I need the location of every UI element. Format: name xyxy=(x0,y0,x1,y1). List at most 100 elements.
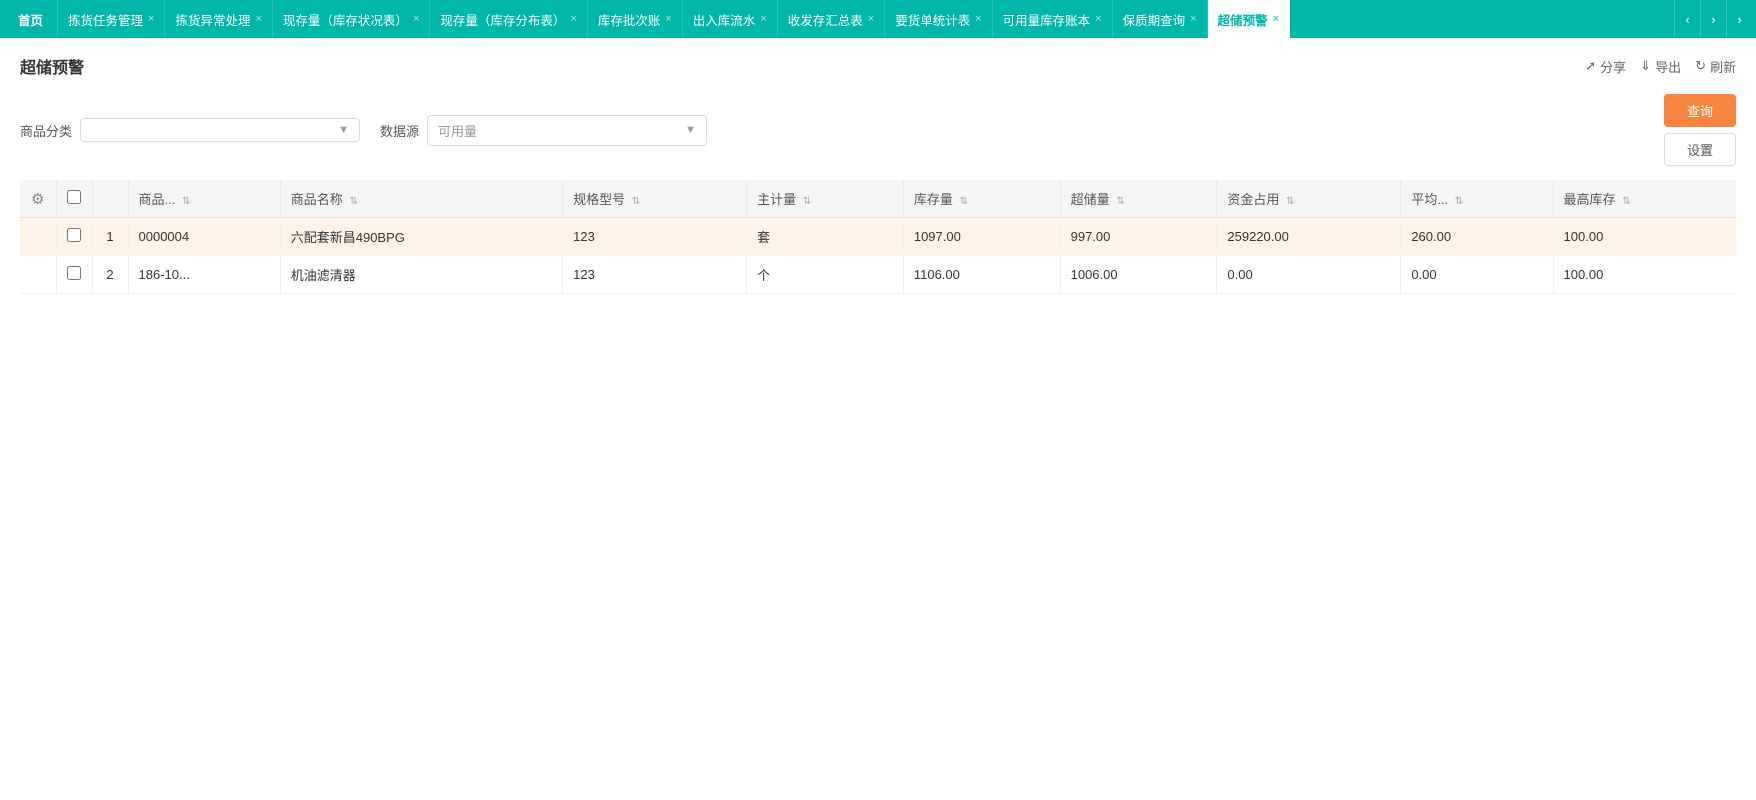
datasource-select-value: 可用量 xyxy=(438,121,477,140)
th-overstock[interactable]: 超储量 ⇅ xyxy=(1060,180,1217,218)
th-checkbox[interactable] xyxy=(56,180,92,218)
page-header: 超储预警 ➚ 分享 ⇓ 导出 ↻ 刷新 xyxy=(20,54,1736,78)
select-all-checkbox[interactable] xyxy=(67,190,81,204)
nav-tab-close-2[interactable]: × xyxy=(413,13,419,25)
nav-tab-3[interactable]: 现存量（库存分布表）× xyxy=(430,0,587,38)
nav-next-arrow[interactable]: › xyxy=(1700,0,1726,38)
td-overstock-1: 1006.00 xyxy=(1060,256,1217,294)
nav-tab-close-4[interactable]: × xyxy=(665,13,671,25)
filter-category: 商品分类 ▼ xyxy=(20,118,360,142)
nav-tab-5[interactable]: 出入库流水× xyxy=(683,0,778,38)
nav-tab-7[interactable]: 要货单统计表 × xyxy=(885,0,992,38)
sort-icon-stock: ⇅ xyxy=(959,196,967,207)
th-stock-label: 库存量 xyxy=(914,192,953,207)
table-row: 1 0000004 六配套新昌490BPG 123 套 1097.00 997.… xyxy=(20,218,1736,256)
th-product-name[interactable]: 商品名称 ⇅ xyxy=(280,180,562,218)
td-checkbox-0[interactable] xyxy=(56,218,92,256)
td-stock-0: 1097.00 xyxy=(903,218,1060,256)
nav-tab-close-1[interactable]: × xyxy=(255,13,261,25)
th-overstock-label: 超储量 xyxy=(1071,192,1110,207)
query-button[interactable]: 查询 xyxy=(1664,94,1736,127)
nav-tab-close-3[interactable]: × xyxy=(570,13,576,25)
table-row: 2 186-10... 机油滤清器 123 个 1106.00 1006.00 … xyxy=(20,256,1736,294)
nav-tab-4[interactable]: 库存批次账 × xyxy=(588,0,683,38)
refresh-button[interactable]: ↻ 刷新 xyxy=(1695,57,1736,76)
nav-home[interactable]: 首页 xyxy=(4,0,58,38)
nav-prev-arrow[interactable]: ‹ xyxy=(1674,0,1700,38)
nav-tab-label-0: 拣货任务管理 xyxy=(68,10,143,29)
export-label: 导出 xyxy=(1655,57,1681,76)
nav-tab-label-7: 要货单统计表 xyxy=(895,10,970,29)
th-gear[interactable]: ⚙ xyxy=(20,180,56,218)
page-content: 超储预警 ➚ 分享 ⇓ 导出 ↻ 刷新 商品分类 ▼ 数据源 xyxy=(0,38,1756,800)
nav-tab-close-5[interactable]: × xyxy=(760,13,766,25)
td-unit-0: 套 xyxy=(747,218,904,256)
nav-tab-label-2: 现存量（库存状况表） xyxy=(283,10,408,29)
datasource-select[interactable]: 可用量 ▼ xyxy=(427,115,707,146)
nav-tab-label-9: 保质期查询 xyxy=(1123,10,1186,29)
chevron-down-icon-2: ▼ xyxy=(685,124,696,136)
th-product-code[interactable]: 商品... ⇅ xyxy=(128,180,280,218)
th-unit-label: 主计量 xyxy=(757,192,796,207)
nav-tab-close-9[interactable]: × xyxy=(1190,13,1196,25)
nav-tab-0[interactable]: 拣货任务管理 × xyxy=(58,0,165,38)
nav-tab-8[interactable]: 可用量库存账本× xyxy=(993,0,1113,38)
header-actions: ➚ 分享 ⇓ 导出 ↻ 刷新 xyxy=(1585,57,1736,76)
td-gear-1 xyxy=(20,256,56,294)
nav-tab-9[interactable]: 保质期查询 × xyxy=(1113,0,1208,38)
td-checkbox-1[interactable] xyxy=(56,256,92,294)
th-avg[interactable]: 平均... ⇅ xyxy=(1401,180,1553,218)
export-button[interactable]: ⇓ 导出 xyxy=(1640,57,1681,76)
row-checkbox-0[interactable] xyxy=(67,228,81,242)
nav-tab-1[interactable]: 拣货异常处理× xyxy=(165,0,272,38)
sort-icon-code: ⇅ xyxy=(182,196,190,207)
th-spec-label: 规格型号 xyxy=(573,192,625,207)
nav-tab-close-6[interactable]: × xyxy=(868,13,874,25)
sort-icon-max: ⇅ xyxy=(1622,196,1630,207)
nav-more-arrow[interactable]: › xyxy=(1726,0,1752,38)
th-stock[interactable]: 库存量 ⇅ xyxy=(903,180,1060,218)
filter-buttons: 查询 设置 xyxy=(1664,94,1736,166)
share-button[interactable]: ➚ 分享 xyxy=(1585,57,1626,76)
th-max-stock-label: 最高库存 xyxy=(1564,192,1616,207)
nav-tab-close-0[interactable]: × xyxy=(148,13,154,25)
td-product-name-1: 机油滤清器 xyxy=(280,256,562,294)
td-index-1: 2 xyxy=(92,256,128,294)
data-table: ⚙ 商品... ⇅ 商品名称 ⇅ 规格型号 ⇅ xyxy=(20,180,1736,294)
nav-tab-close-10[interactable]: × xyxy=(1273,13,1279,25)
table-header-row: ⚙ 商品... ⇅ 商品名称 ⇅ 规格型号 ⇅ xyxy=(20,180,1736,218)
sort-icon-overstock: ⇅ xyxy=(1116,196,1124,207)
nav-tab-close-8[interactable]: × xyxy=(1095,13,1101,25)
td-product-code-0: 0000004 xyxy=(128,218,280,256)
filter-datasource: 数据源 可用量 ▼ xyxy=(380,115,707,146)
export-icon: ⇓ xyxy=(1640,58,1651,74)
td-gear-0 xyxy=(20,218,56,256)
nav-bar: 首页 拣货任务管理×拣货异常处理×现存量（库存状况表）×现存量（库存分布表）×库… xyxy=(0,0,1756,38)
th-unit[interactable]: 主计量 ⇅ xyxy=(747,180,904,218)
nav-tab-10[interactable]: 超储预警× xyxy=(1208,0,1290,38)
refresh-icon: ↻ xyxy=(1695,58,1706,74)
row-checkbox-1[interactable] xyxy=(67,266,81,280)
page-title: 超储预警 xyxy=(20,54,84,78)
nav-tab-label-6: 收发存汇总表 xyxy=(788,10,863,29)
td-stock-1: 1106.00 xyxy=(903,256,1060,294)
td-capital-1: 0.00 xyxy=(1217,256,1401,294)
th-max-stock[interactable]: 最高库存 ⇅ xyxy=(1553,180,1736,218)
td-overstock-0: 997.00 xyxy=(1060,218,1217,256)
nav-tab-close-7[interactable]: × xyxy=(975,13,981,25)
sort-icon-unit: ⇅ xyxy=(803,196,811,207)
setting-button[interactable]: 设置 xyxy=(1664,133,1736,166)
nav-tab-2[interactable]: 现存量（库存状况表） × xyxy=(273,0,430,38)
sort-icon-capital: ⇅ xyxy=(1286,196,1294,207)
category-select[interactable]: ▼ xyxy=(80,118,360,142)
th-avg-label: 平均... xyxy=(1411,192,1448,207)
th-spec[interactable]: 规格型号 ⇅ xyxy=(563,180,747,218)
datasource-label: 数据源 xyxy=(380,121,419,140)
td-capital-0: 259220.00 xyxy=(1217,218,1401,256)
nav-tab-6[interactable]: 收发存汇总表 × xyxy=(778,0,885,38)
category-label: 商品分类 xyxy=(20,121,72,140)
nav-tab-label-4: 库存批次账 xyxy=(598,10,661,29)
td-max-stock-1: 100.00 xyxy=(1553,256,1736,294)
nav-home-label: 首页 xyxy=(18,10,43,29)
th-capital[interactable]: 资金占用 ⇅ xyxy=(1217,180,1401,218)
